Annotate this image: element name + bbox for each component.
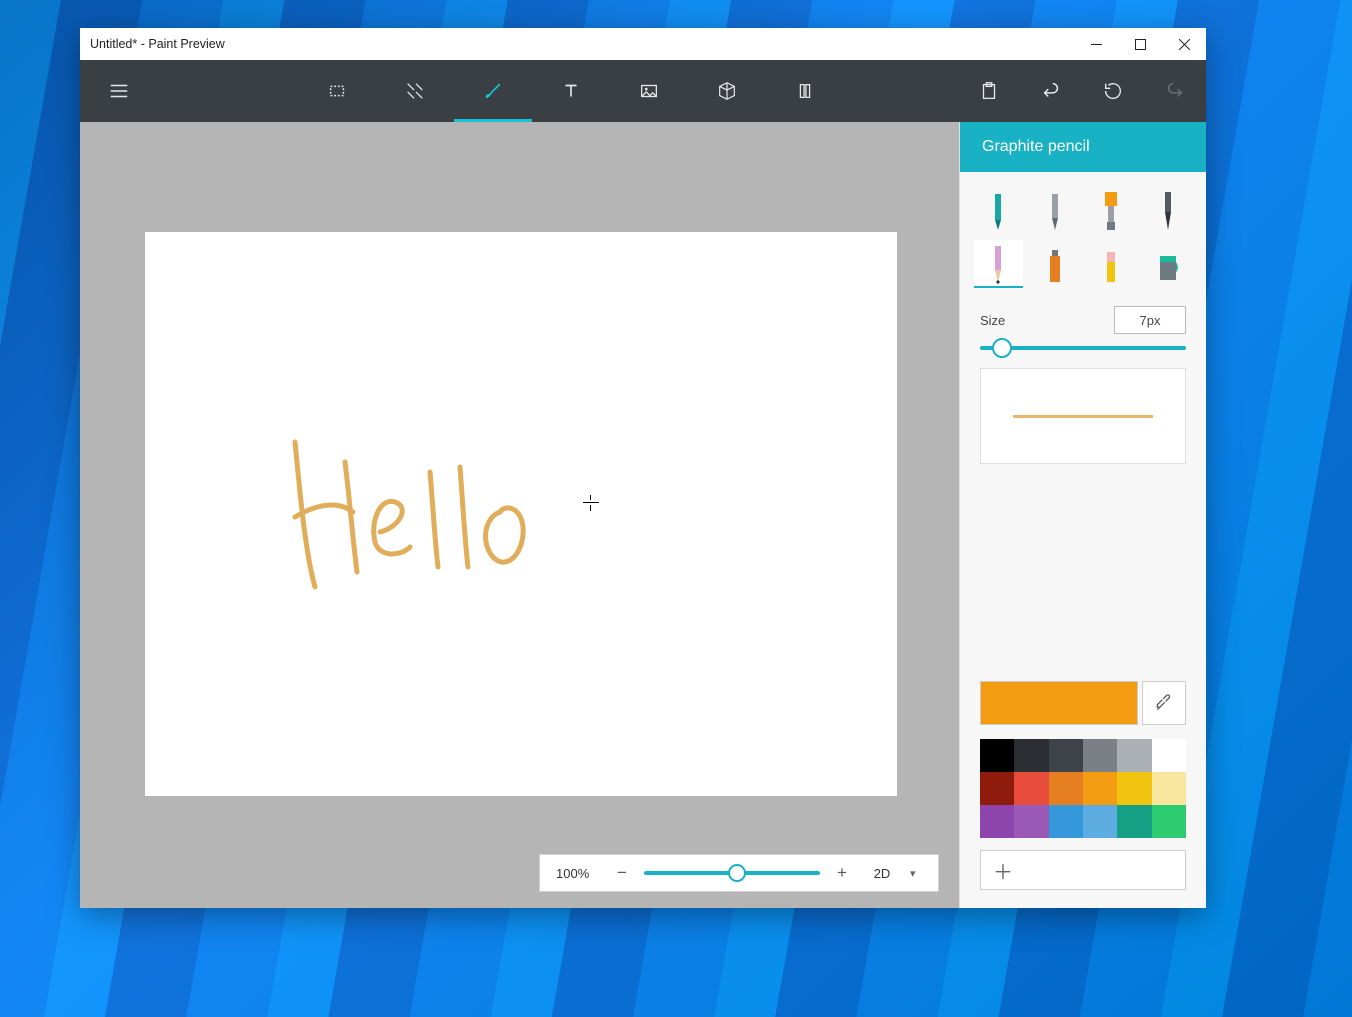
color-swatch-13[interactable] — [1014, 805, 1048, 838]
color-swatch-15[interactable] — [1083, 805, 1117, 838]
color-palette — [980, 739, 1186, 838]
maximize-button[interactable] — [1118, 28, 1162, 60]
color-swatch-11[interactable] — [1152, 772, 1186, 805]
color-swatch-7[interactable] — [1014, 772, 1048, 805]
stroke-preview — [980, 368, 1186, 464]
cursor-crosshair — [583, 495, 599, 511]
current-color-row — [980, 681, 1186, 725]
panel-title: Graphite pencil — [982, 138, 1090, 156]
color-swatch-12[interactable] — [980, 805, 1014, 838]
brush-spray-can[interactable] — [1031, 240, 1080, 288]
redo-button[interactable] — [1144, 60, 1206, 122]
close-button[interactable] — [1162, 28, 1206, 60]
size-label: Size — [980, 313, 1005, 328]
image-tool[interactable] — [610, 60, 688, 122]
brush-grid — [960, 172, 1206, 296]
drawing-canvas[interactable] — [145, 232, 897, 796]
app-body: 100% − + 2D ▾ Graphite pencil — [80, 122, 1206, 908]
size-slider-thumb[interactable] — [992, 338, 1012, 358]
zoom-out-button[interactable]: − — [610, 863, 634, 883]
paste-button[interactable] — [958, 60, 1020, 122]
3d-tool[interactable] — [688, 60, 766, 122]
app-window: Untitled* - Paint Preview — [80, 28, 1206, 908]
undo-button[interactable] — [1020, 60, 1082, 122]
color-swatch-9[interactable] — [1083, 772, 1117, 805]
brush-calligraphy[interactable] — [1144, 184, 1193, 232]
brush-tool[interactable] — [454, 60, 532, 122]
color-swatch-3[interactable] — [1083, 739, 1117, 772]
brush-ballpoint[interactable] — [974, 184, 1023, 232]
add-color-button[interactable]: ＋ — [980, 850, 1186, 890]
history-button[interactable] — [1082, 60, 1144, 122]
zoom-percent: 100% — [556, 866, 600, 881]
size-row: Size 7px — [960, 296, 1206, 340]
canvas-area: 100% − + 2D ▾ — [80, 122, 959, 908]
chevron-down-icon[interactable]: ▾ — [910, 867, 930, 880]
select-tool[interactable] — [298, 60, 376, 122]
size-value-input[interactable]: 7px — [1114, 306, 1186, 334]
zoom-slider-thumb[interactable] — [728, 864, 746, 882]
color-swatch-5[interactable] — [1152, 739, 1186, 772]
eyedropper-button[interactable] — [1142, 681, 1186, 725]
view-mode-label[interactable]: 2D — [864, 866, 900, 881]
color-swatch-10[interactable] — [1117, 772, 1151, 805]
main-toolbar — [80, 60, 1206, 122]
current-color-swatch[interactable] — [980, 681, 1138, 725]
brush-pencil[interactable] — [1031, 184, 1080, 232]
layers-tool[interactable] — [766, 60, 844, 122]
side-panel: Graphite pencil — [959, 122, 1206, 908]
size-slider[interactable] — [980, 346, 1186, 350]
preview-line — [1013, 415, 1153, 418]
brush-fill-bucket[interactable] — [1144, 240, 1193, 288]
zoom-in-button[interactable]: + — [830, 863, 854, 883]
brush-eraser[interactable] — [1087, 240, 1136, 288]
color-swatch-16[interactable] — [1117, 805, 1151, 838]
size-value: 7px — [1140, 313, 1161, 328]
panel-header: Graphite pencil — [960, 122, 1206, 172]
text-tool[interactable] — [532, 60, 610, 122]
menu-button[interactable] — [80, 60, 158, 122]
color-swatch-2[interactable] — [1049, 739, 1083, 772]
brush-flat[interactable] — [1087, 184, 1136, 232]
color-swatch-1[interactable] — [1014, 739, 1048, 772]
brush-graphite-pencil[interactable] — [974, 240, 1023, 288]
zoom-slider[interactable] — [644, 871, 820, 875]
crop-tool[interactable] — [376, 60, 454, 122]
minimize-button[interactable] — [1074, 28, 1118, 60]
color-swatch-8[interactable] — [1049, 772, 1083, 805]
color-swatch-6[interactable] — [980, 772, 1014, 805]
color-swatch-17[interactable] — [1152, 805, 1186, 838]
color-swatch-4[interactable] — [1117, 739, 1151, 772]
window-title: Untitled* - Paint Preview — [90, 37, 225, 51]
canvas-drawing-hello — [275, 432, 575, 612]
color-swatch-0[interactable] — [980, 739, 1014, 772]
zoom-bar: 100% − + 2D ▾ — [539, 854, 939, 892]
title-bar: Untitled* - Paint Preview — [80, 28, 1206, 60]
color-swatch-14[interactable] — [1049, 805, 1083, 838]
